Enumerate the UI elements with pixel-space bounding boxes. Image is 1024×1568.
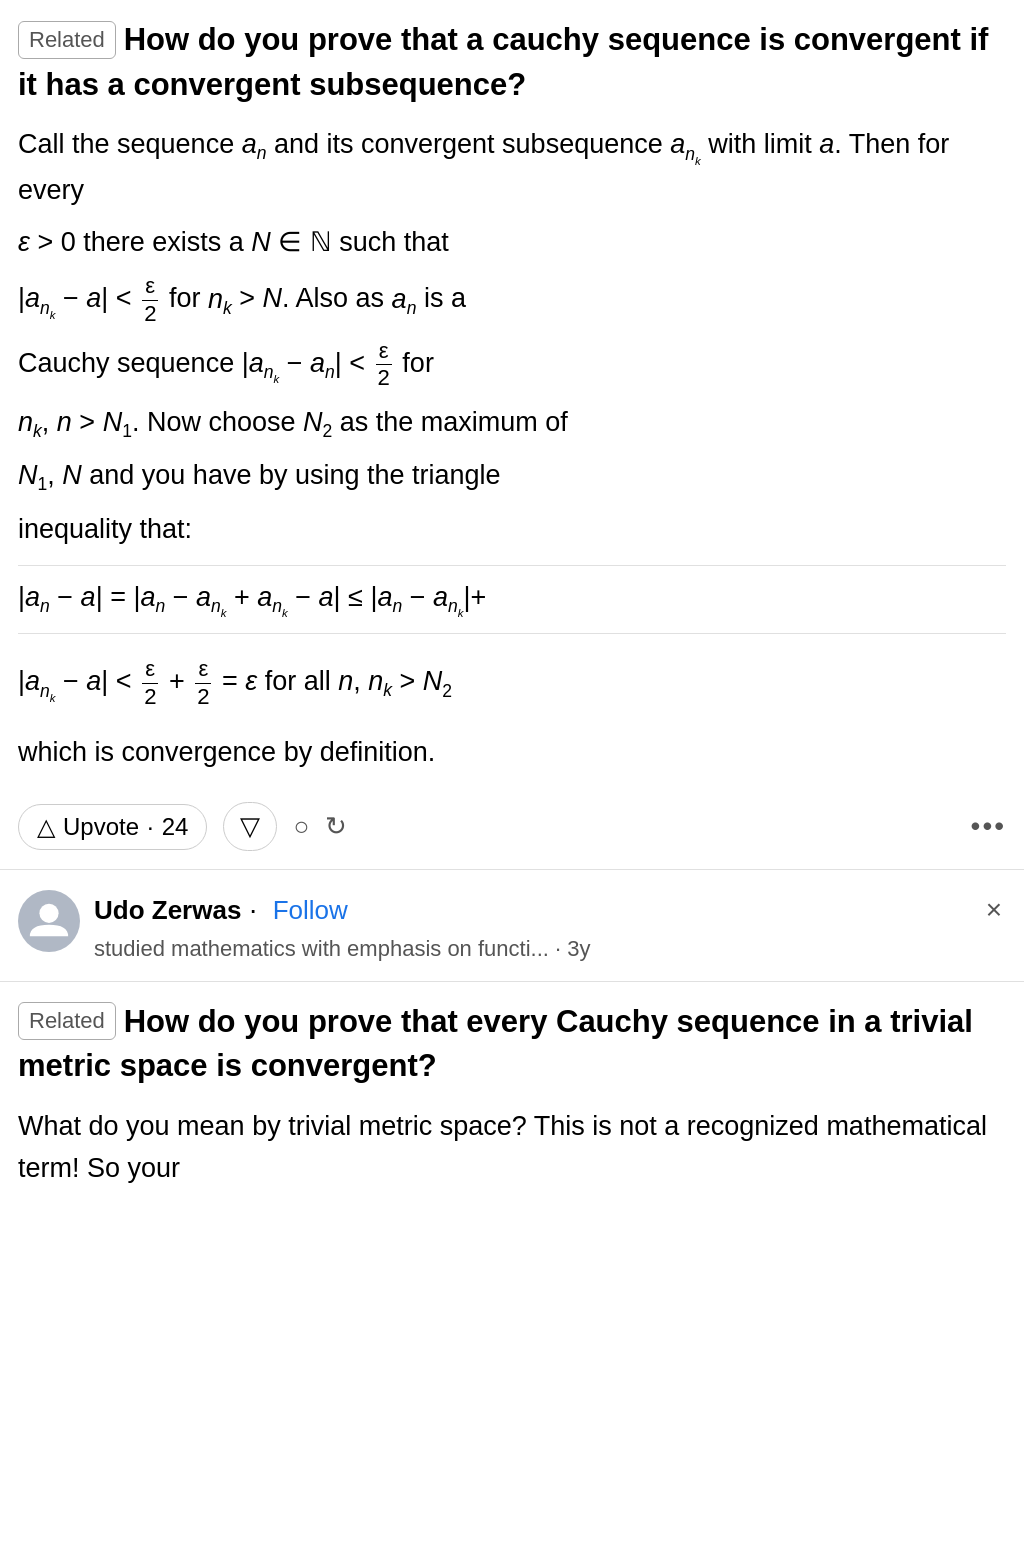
author-name-row: Udo Zerwas · Follow × <box>94 890 1006 931</box>
downvote-button[interactable]: ▽ <box>223 802 277 851</box>
answer-block-1: Related How do you prove that a cauchy s… <box>0 0 1024 870</box>
question-title-2: How do you prove that every Cauchy seque… <box>18 1004 973 1084</box>
math-equation-2: |ank − a| < ε2 + ε2 = ε for all n, nk > … <box>18 644 1006 722</box>
upvote-count: 24 <box>162 813 189 841</box>
conclusion-text: which is convergence by definition. <box>18 732 1006 774</box>
content-para-7: inequality that: <box>18 509 1006 551</box>
content-para-1: Call the sequence an and its convergent … <box>18 124 1006 211</box>
follow-link[interactable]: Follow <box>273 895 348 925</box>
share-icon[interactable]: ↻ <box>325 808 347 846</box>
answer-block-2: Related How do you prove that every Cauc… <box>0 982 1024 1190</box>
downvote-arrow-icon: ▽ <box>240 811 260 842</box>
question-title-1: How do you prove that a cauchy sequence … <box>18 22 988 102</box>
upvote-label: Upvote <box>63 813 139 841</box>
svg-point-0 <box>39 904 58 923</box>
question-title-wrap-1: Related How do you prove that a cauchy s… <box>18 20 1006 106</box>
author-section: Udo Zerwas · Follow × studied mathematic… <box>0 870 1024 981</box>
content-para-2: ε > 0 there exists a N ∈ ℕ such that <box>18 222 1006 264</box>
author-info: Udo Zerwas · Follow × studied mathematic… <box>94 890 1006 964</box>
upvote-button[interactable]: △ Upvote · 24 <box>18 804 207 850</box>
more-options-icon[interactable]: ••• <box>971 806 1006 847</box>
answer2-content: What do you mean by trivial metric space… <box>18 1106 1006 1190</box>
related-badge-2: Related <box>18 1002 116 1040</box>
answer2-para-1: What do you mean by trivial metric space… <box>18 1106 1006 1190</box>
author-name-follow: Udo Zerwas · Follow <box>94 890 348 931</box>
author-name: Udo Zerwas <box>94 895 241 925</box>
math-equation-1: |an − a| = |an − ank + ank − a| ≤ |an − … <box>18 565 1006 634</box>
avatar-icon <box>26 898 72 944</box>
avatar <box>18 890 80 952</box>
content-para-4: Cauchy sequence |ank − an| < ε2 for <box>18 338 1006 392</box>
math-content-1: Call the sequence an and its convergent … <box>18 124 1006 551</box>
author-meta: studied mathematics with emphasis on fun… <box>94 933 1006 965</box>
content-para-5: nk, n > N1. Now choose N2 as the maximum… <box>18 402 1006 446</box>
question-title-wrap-2: Related How do you prove that every Cauc… <box>18 1002 1006 1088</box>
upvote-arrow-icon: △ <box>37 813 55 841</box>
action-bar-1: △ Upvote · 24 ▽ ○ ↻ ••• <box>18 788 1006 869</box>
dot-separator: · <box>249 894 265 925</box>
content-para-3: |ank − a| < ε2 for nk > N. Also as an is… <box>18 273 1006 327</box>
close-button[interactable]: × <box>982 890 1006 931</box>
content-para-6: N1, N and you have by using the triangle <box>18 455 1006 499</box>
upvote-separator: · <box>147 813 154 841</box>
related-badge-1: Related <box>18 21 116 59</box>
comment-icon[interactable]: ○ <box>293 808 309 846</box>
